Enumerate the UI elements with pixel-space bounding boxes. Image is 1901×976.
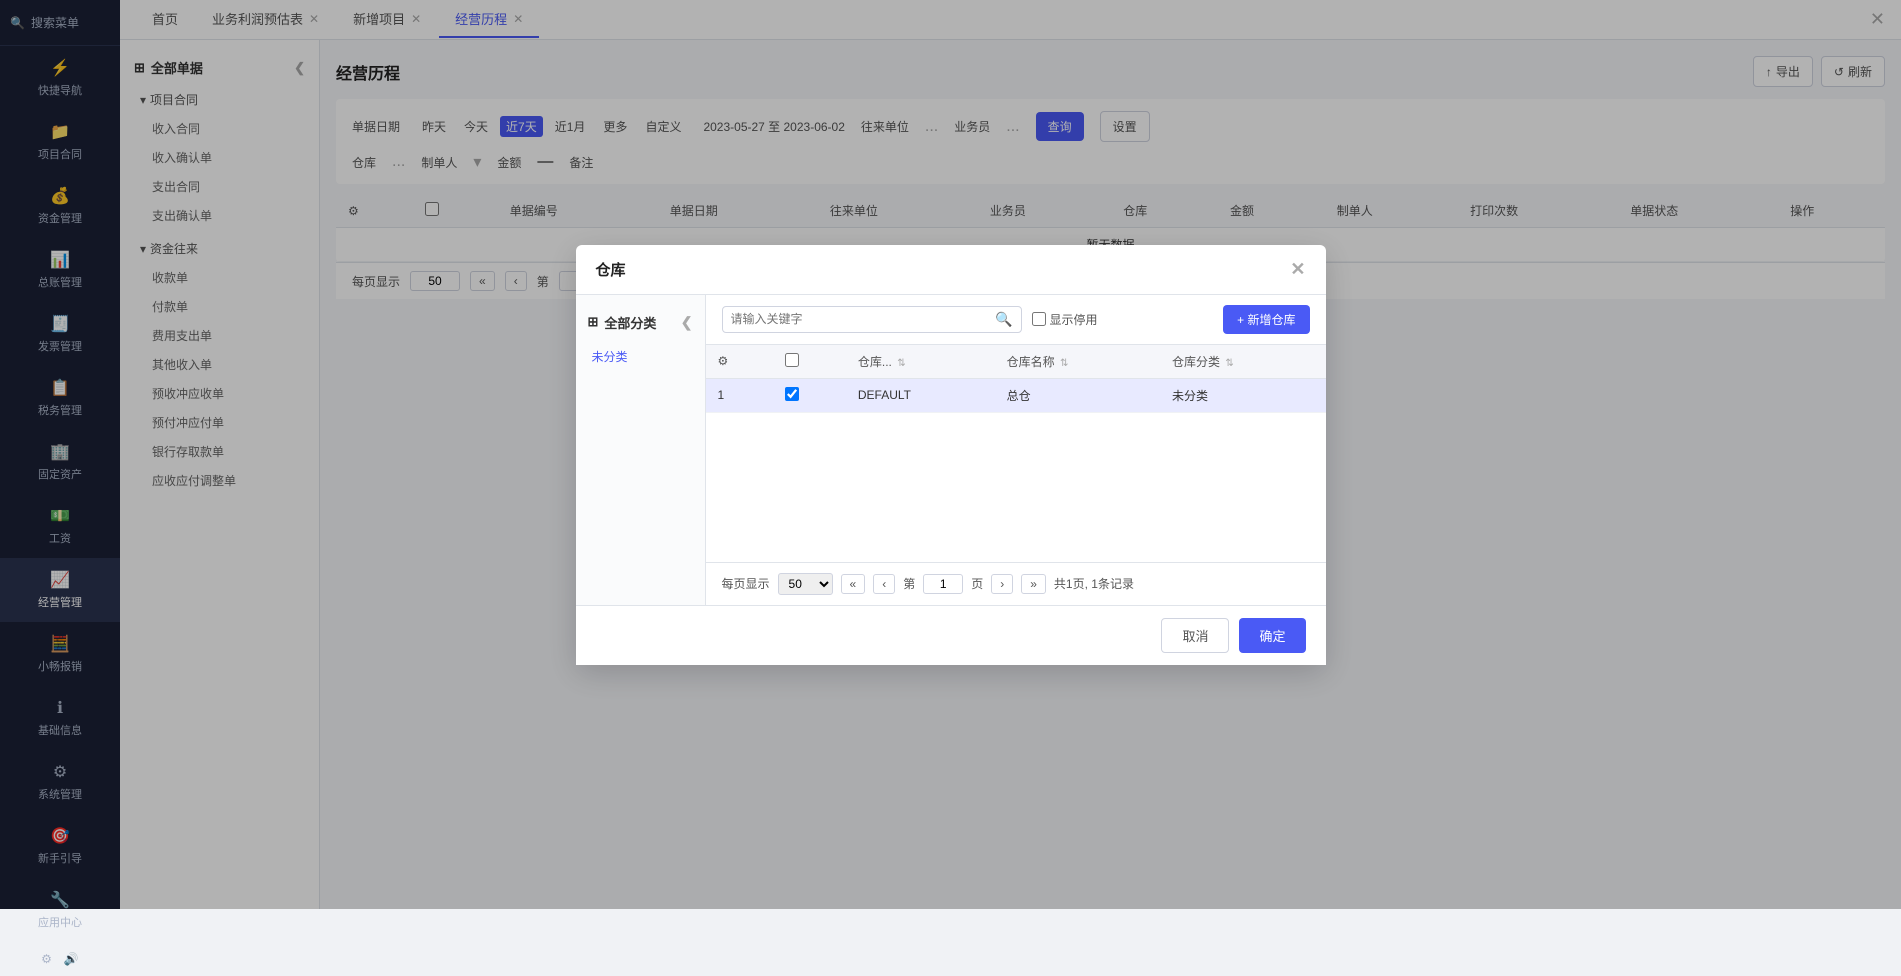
modal-toolbar: 🔍 显示停用 + 新增仓库: [706, 295, 1326, 345]
modal-row-code: DEFAULT: [846, 378, 995, 412]
sidebar-bottom: ⚙ 🔊: [0, 942, 120, 976]
modal-left-uncategorized-label: 未分类: [592, 350, 628, 364]
modal-th-name: 仓库名称 ⇅: [995, 345, 1160, 379]
modal-confirm-button[interactable]: 确定: [1239, 618, 1305, 653]
modal-first-page-button[interactable]: «: [841, 574, 866, 594]
modal-close-button[interactable]: ✕: [1290, 260, 1305, 278]
modal-table-header-row: ⚙ 仓库... ⇅ 仓库名称 ⇅: [706, 345, 1326, 379]
modal-th-category: 仓库分类 ⇅: [1160, 345, 1325, 379]
modal-total-label: 共1页, 1条记录: [1054, 575, 1134, 592]
modal-search-wrap: 🔍: [722, 306, 1022, 333]
sort-icon-code: ⇅: [897, 358, 905, 369]
modal-left-collapse-button[interactable]: ❮: [681, 314, 693, 331]
modal-per-page-label: 每页显示: [722, 575, 770, 592]
modal-search-input[interactable]: [731, 312, 996, 326]
modal-select-all-checkbox[interactable]: [785, 353, 799, 367]
modal-right-panel: 🔍 显示停用 + 新增仓库 ⚙: [706, 295, 1326, 605]
modal-per-page-select[interactable]: 50 100: [778, 573, 833, 595]
modal-title: 仓库: [596, 259, 626, 280]
modal-th-code: 仓库... ⇅: [846, 345, 995, 379]
modal-row-checkbox[interactable]: [773, 378, 846, 412]
sort-icon-name: ⇅: [1060, 358, 1068, 369]
volume-bottom-icon[interactable]: 🔊: [64, 952, 79, 966]
modal-table-wrap: ⚙ 仓库... ⇅ 仓库名称 ⇅: [706, 345, 1326, 562]
modal-prev-page-button[interactable]: ‹: [873, 574, 895, 594]
warehouse-modal: 仓库 ✕ ⊞ 全部分类 ❮ 未分类: [576, 245, 1326, 665]
modal-page-label-pre: 第: [903, 575, 915, 592]
modal-th-checkbox[interactable]: [773, 345, 846, 379]
modal-page-label: 页: [971, 575, 983, 592]
modal-row-category: 未分类: [1160, 378, 1325, 412]
modal-th-settings[interactable]: ⚙: [706, 345, 773, 379]
modal-table-row[interactable]: 1 DEFAULT 总仓 未分类: [706, 378, 1326, 412]
add-warehouse-button[interactable]: + 新增仓库: [1223, 305, 1309, 334]
modal-left-uncategorized[interactable]: 未分类: [576, 340, 705, 373]
modal-body: ⊞ 全部分类 ❮ 未分类 🔍 显示停用: [576, 295, 1326, 605]
show-disabled-label[interactable]: 显示停用: [1032, 311, 1098, 328]
modal-cancel-button[interactable]: 取消: [1161, 618, 1229, 653]
modal-next-page-button[interactable]: ›: [991, 574, 1013, 594]
modal-table: ⚙ 仓库... ⇅ 仓库名称 ⇅: [706, 345, 1326, 413]
modal-header: 仓库 ✕: [576, 245, 1326, 295]
modal-row-name: 总仓: [995, 378, 1160, 412]
modal-settings-icon: ⚙: [718, 354, 729, 368]
modal-row-select-checkbox[interactable]: [785, 387, 799, 401]
modal-footer: 取消 确定: [576, 605, 1326, 665]
settings-bottom-icon[interactable]: ⚙: [41, 952, 52, 966]
modal-row-no: 1: [706, 378, 773, 412]
show-disabled-checkbox[interactable]: [1032, 312, 1046, 326]
modal-left-header: ⊞ 全部分类 ❮: [576, 305, 705, 340]
grid-icon2: ⊞: [588, 314, 599, 330]
modal-left-panel: ⊞ 全部分类 ❮ 未分类: [576, 295, 706, 605]
sort-icon-category: ⇅: [1225, 358, 1233, 369]
sidebar-item-appcenter-label: 应用中心: [38, 914, 82, 930]
modal-page-input[interactable]: [923, 574, 963, 594]
modal-last-page-button[interactable]: »: [1021, 574, 1046, 594]
modal-overlay: 仓库 ✕ ⊞ 全部分类 ❮ 未分类: [0, 0, 1901, 909]
show-disabled-text: 显示停用: [1050, 311, 1098, 328]
modal-all-category-label[interactable]: 全部分类: [604, 313, 656, 332]
modal-search-icon[interactable]: 🔍: [995, 311, 1012, 328]
modal-pagination: 每页显示 50 100 « ‹ 第 页 › » 共1页, 1条记录: [706, 562, 1326, 605]
